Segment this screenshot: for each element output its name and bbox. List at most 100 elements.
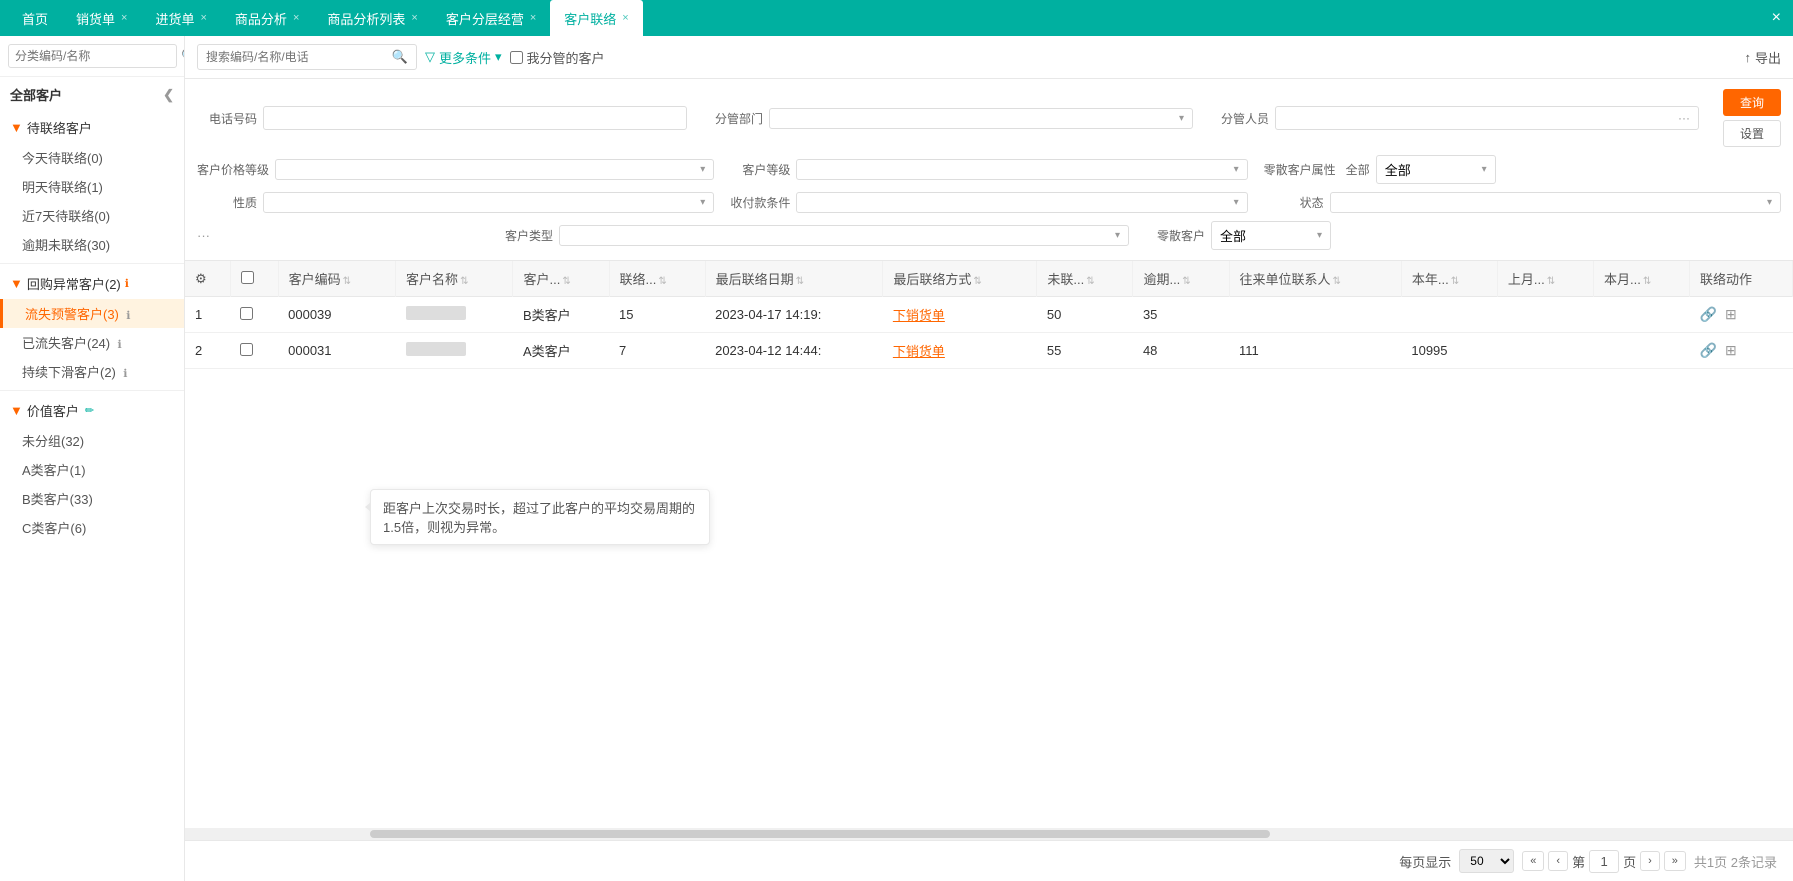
sidebar-group-abnormal[interactable]: ▼ 回购异常客户(2) ℹ (0, 268, 184, 299)
row1-last-date: 2023-04-17 14:19: (705, 297, 883, 333)
price-level-select[interactable]: ▾ (275, 159, 714, 180)
sidebar-item-lost-warning[interactable]: 流失预警客户(3) ℹ (0, 299, 184, 328)
last-page-button[interactable]: » (1664, 851, 1686, 871)
col-this-month: 本月...⇅ (1593, 261, 1689, 297)
sort-type-icon: ⇅ (562, 276, 570, 287)
nav-sales[interactable]: 销货单 × (62, 0, 141, 36)
nav-customer-seg[interactable]: 客户分层经营 × (432, 0, 550, 36)
sidebar-item-today[interactable]: 今天待联络(0) (0, 143, 184, 172)
table-row: 1 000039 B类客户 15 2023-04-17 14:19: 下销货单 … (185, 297, 1793, 333)
help-declining-icon: ℹ (123, 368, 127, 380)
col-settings[interactable]: ⚙ (185, 261, 230, 297)
window-close-button[interactable]: × (1772, 9, 1781, 27)
sort-lmonth-icon: ⇅ (1547, 276, 1555, 287)
row2-contact-count: 7 (609, 333, 705, 369)
close-purchase-icon[interactable]: × (200, 12, 206, 24)
row1-contacts (1229, 297, 1401, 333)
sidebar-group-pending[interactable]: ▼ 待联络客户 (0, 112, 184, 143)
setting-button[interactable]: 设置 (1723, 120, 1781, 147)
my-customers-checkbox[interactable] (510, 51, 523, 64)
select-all-checkbox[interactable] (241, 271, 254, 284)
close-analysis-list-icon[interactable]: × (411, 12, 417, 24)
more-dots-button[interactable]: ··· (197, 228, 210, 243)
sidebar-item-tomorrow[interactable]: 明天待联络(1) (0, 172, 184, 201)
filter-price-level: 客户价格等级 ▾ (197, 159, 714, 180)
gender-select[interactable]: ▾ (263, 192, 714, 213)
chevron-down-icon: ▾ (495, 49, 502, 65)
query-button[interactable]: 查询 (1723, 89, 1781, 116)
table-header-row: ⚙ 客户编码⇅ 客户名称⇅ 客户...⇅ 联络...⇅ 最后联络日期⇅ 最后联络… (185, 261, 1793, 297)
search-icon[interactable]: 🔍 (392, 49, 408, 65)
more-conditions-button[interactable]: ▽ 更多条件 ▾ (425, 48, 502, 67)
sidebar-group-value[interactable]: ▼ 价值客户 ✏ (0, 395, 184, 426)
row2-contacts: 111 (1229, 333, 1401, 369)
per-page-select[interactable]: 50 20 100 (1459, 849, 1514, 873)
customer-type-select[interactable]: ▾ (559, 225, 1129, 246)
row1-last-method: 下销货单 (883, 297, 1037, 333)
nav-analysis-list[interactable]: 商品分析列表 × (313, 0, 431, 36)
prev-page-button[interactable]: ‹ (1548, 851, 1568, 871)
row1-select[interactable] (240, 307, 253, 320)
phone-input[interactable] (263, 106, 687, 130)
row1-uncontacted: 50 (1037, 297, 1133, 333)
sidebar-item-lost[interactable]: 已流失客户(24) ℹ (0, 328, 184, 357)
nav-customer-contact[interactable]: 客户联络 × (550, 0, 642, 36)
col-last-month: 上月...⇅ (1497, 261, 1593, 297)
row1-method-link[interactable]: 下销货单 (893, 308, 945, 323)
table-row: 2 000031 A类客户 7 2023-04-12 14:44: 下销货单 5… (185, 333, 1793, 369)
filter-row-2: 客户价格等级 ▾ 客户等级 ▾ 零散客户属性 全部 (197, 155, 1781, 184)
filter-scatter: 零散客户 全部 ▾ (1145, 221, 1781, 250)
customer-level-select[interactable]: ▾ (796, 159, 1247, 180)
filter-status: 状态 ▾ (1264, 192, 1781, 213)
dept-select[interactable]: ▾ (769, 108, 1193, 129)
sidebar-item-a-class[interactable]: A类客户(1) (0, 455, 184, 484)
scatter-attr-select[interactable]: 全部 ▾ (1376, 155, 1496, 184)
row2-method-link[interactable]: 下销货单 (893, 344, 945, 359)
close-customer-contact-icon[interactable]: × (622, 12, 628, 24)
export-button[interactable]: ↑ 导出 (1744, 48, 1781, 67)
close-analysis-icon[interactable]: × (293, 12, 299, 24)
sidebar-item-ungroup[interactable]: 未分组(32) (0, 426, 184, 455)
help-icon: ℹ (125, 277, 129, 290)
search-input[interactable] (206, 50, 392, 64)
sidebar-item-overdue[interactable]: 逾期未联络(30) (0, 230, 184, 259)
tooltip-box: 距客户上次交易时长，超过了此客户的平均交易周期的1.5倍，则视为异常。 (370, 489, 710, 545)
sidebar-item-c-class[interactable]: C类客户(6) (0, 513, 184, 542)
row2-grid-icon[interactable]: ⊞ (1725, 342, 1737, 359)
row1-this-month (1593, 297, 1689, 333)
scatter-select[interactable]: 全部 ▾ (1211, 221, 1331, 250)
export-icon: ↑ (1744, 50, 1751, 65)
row2-select[interactable] (240, 343, 253, 356)
chevron-gender-icon: ▾ (700, 197, 705, 208)
nav-home[interactable]: 首页 (8, 0, 62, 36)
sidebar-collapse-icon[interactable]: ❮ (163, 87, 174, 103)
sidebar-item-b-class[interactable]: B类客户(33) (0, 484, 184, 513)
first-page-button[interactable]: « (1522, 851, 1544, 871)
row1-link-icon[interactable]: 🔗 (1700, 306, 1717, 323)
col-this-year: 本年...⇅ (1401, 261, 1497, 297)
horizontal-scrollbar[interactable] (185, 828, 1793, 840)
next-page-button[interactable]: › (1640, 851, 1660, 871)
row1-grid-icon[interactable]: ⊞ (1725, 306, 1737, 323)
sidebar-divider-2 (0, 390, 184, 391)
dots-manager-icon: ··· (1678, 111, 1690, 125)
manager-select[interactable]: ··· (1275, 106, 1699, 130)
edit-value-icon[interactable]: ✏ (85, 404, 94, 417)
row2-link-icon[interactable]: 🔗 (1700, 342, 1717, 359)
status-select[interactable]: ▾ (1330, 192, 1781, 213)
sidebar-item-declining[interactable]: 持续下滑客户(2) ℹ (0, 357, 184, 386)
scrollbar-thumb[interactable] (370, 830, 1270, 838)
nav-analysis[interactable]: 商品分析 × (221, 0, 313, 36)
close-sales-icon[interactable]: × (121, 12, 127, 24)
close-customer-seg-icon[interactable]: × (530, 12, 536, 24)
search-wrap: 🔍 (197, 44, 417, 70)
sidebar-search-input[interactable] (8, 44, 177, 68)
col-contacts-person: 往来单位联系人⇅ (1229, 261, 1401, 297)
payment-select[interactable]: ▾ (796, 192, 1247, 213)
page-nav: « ‹ 第 1 页 › » (1522, 850, 1686, 873)
sidebar: 🔍 全部客户 ❮ ▼ 待联络客户 今天待联络(0) 明天待联络(1) 近7天待联… (0, 36, 185, 881)
row2-last-month (1497, 333, 1593, 369)
nav-purchase[interactable]: 进货单 × (141, 0, 220, 36)
sidebar-item-7days[interactable]: 近7天待联络(0) (0, 201, 184, 230)
sidebar-all-customers[interactable]: 全部客户 ❮ (0, 77, 184, 112)
